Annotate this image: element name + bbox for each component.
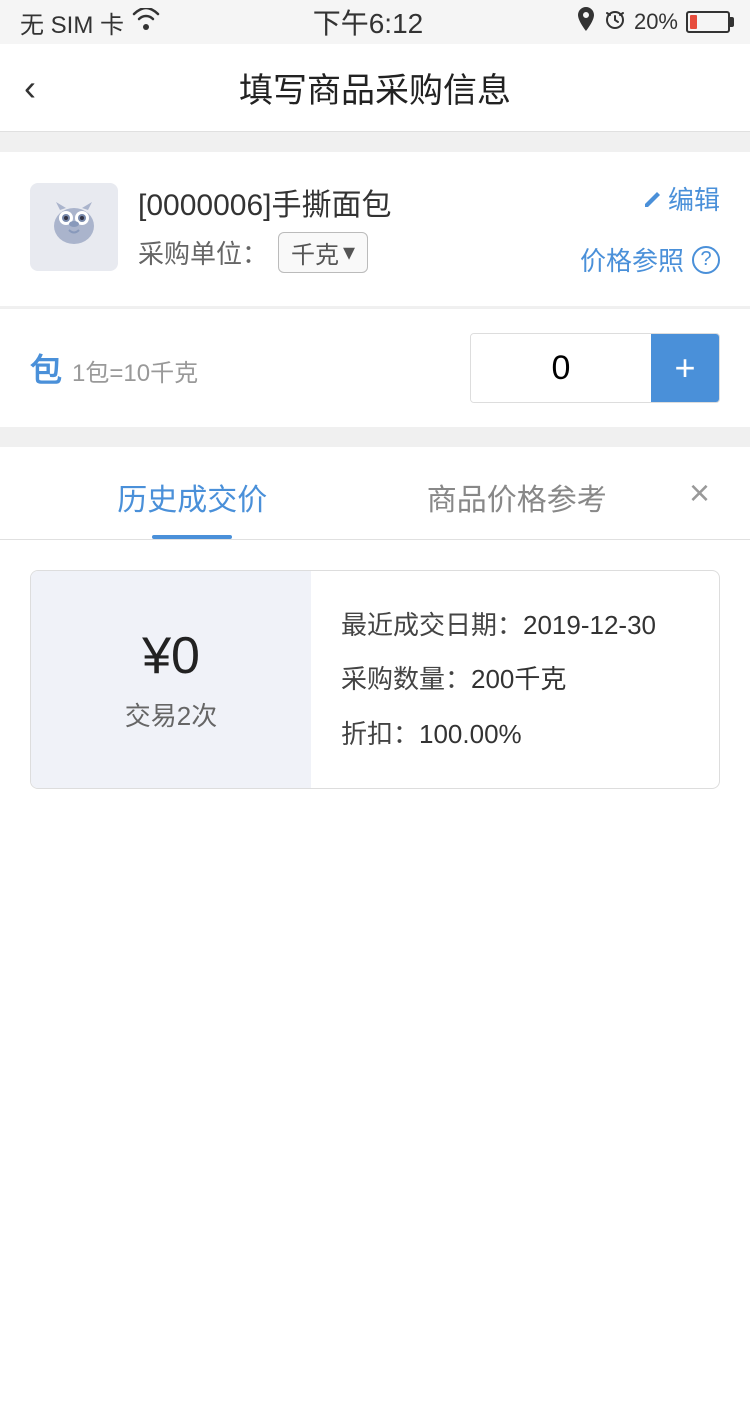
price-card-left: ¥0 交易2次	[31, 571, 311, 788]
nav-bar: ‹ 填写商品采购信息	[0, 44, 750, 132]
edit-button[interactable]: 编辑	[642, 180, 720, 217]
price-trade-count: 交易2次	[125, 696, 217, 733]
discount-label: 折扣：	[341, 719, 419, 749]
status-bar: 无 SIM 卡 下午6:12 20%	[0, 0, 750, 44]
product-thumbnail	[30, 183, 118, 271]
tab-product-price-ref[interactable]: 商品价格参考	[354, 447, 678, 539]
quantity-controls: +	[470, 333, 720, 403]
tab-history-price[interactable]: 历史成交价	[30, 447, 354, 539]
purchase-qty-row: 采购数量：200千克	[341, 661, 689, 697]
unit-equiv: 1包=10千克	[72, 353, 198, 388]
dropdown-icon: ▾	[343, 238, 355, 267]
product-name: [0000006]手撕面包	[138, 180, 391, 224]
product-unit-row: 采购单位： 千克 ▾	[138, 232, 391, 273]
currency-symbol: ¥	[142, 627, 171, 685]
price-value: 0	[171, 627, 200, 685]
battery-icon	[686, 11, 730, 33]
tab-bar: 历史成交价 商品价格参考 ×	[0, 447, 750, 540]
page-title: 填写商品采购信息	[239, 63, 511, 112]
purchase-qty-value: 200千克	[471, 664, 566, 694]
unit-big: 包	[30, 345, 62, 391]
product-header: [0000006]手撕面包 采购单位： 千克 ▾ 编辑 价格参照 ?	[30, 180, 720, 278]
wifi-icon	[132, 8, 160, 37]
location-icon	[576, 7, 596, 37]
product-card: [0000006]手撕面包 采购单位： 千克 ▾ 编辑 价格参照 ?	[0, 152, 750, 306]
alarm-icon	[604, 8, 626, 36]
tab-close-button[interactable]: ×	[679, 455, 720, 531]
discount-row: 折扣：100.00%	[341, 716, 689, 752]
recent-date-label: 最近成交日期：	[341, 610, 523, 640]
price-reference-button[interactable]: 价格参照 ?	[580, 241, 720, 278]
recent-date-value: 2019-12-30	[523, 610, 656, 640]
quantity-plus-button[interactable]: +	[651, 334, 719, 402]
quantity-label: 包 1包=10千克	[30, 345, 470, 391]
price-amount: ¥0	[142, 626, 200, 686]
bottom-spacer	[0, 819, 750, 1419]
unit-label: 采购单位：	[138, 234, 268, 271]
time-display: 下午6:12	[313, 2, 424, 42]
price-ref-label: 价格参照	[580, 241, 684, 278]
battery-percent: 20%	[634, 9, 678, 35]
help-icon: ?	[692, 246, 720, 274]
price-card: ¥0 交易2次 最近成交日期：2019-12-30 采购数量：200千克 折扣：…	[30, 570, 720, 789]
discount-value: 100.00%	[419, 719, 522, 749]
status-left: 无 SIM 卡	[20, 5, 160, 40]
unit-selector[interactable]: 千克 ▾	[278, 232, 368, 273]
quantity-section: 包 1包=10千克 +	[0, 308, 750, 427]
product-info: [0000006]手撕面包 采购单位： 千克 ▾	[138, 180, 391, 273]
quantity-input[interactable]	[471, 334, 651, 402]
price-card-right: 最近成交日期：2019-12-30 采购数量：200千克 折扣：100.00%	[311, 571, 719, 788]
edit-label: 编辑	[668, 180, 720, 217]
back-button[interactable]: ‹	[24, 67, 36, 109]
product-logo-icon	[44, 192, 104, 262]
quantity-row: 包 1包=10千克 +	[0, 308, 750, 427]
sim-text: 无 SIM 卡	[20, 5, 124, 40]
status-right: 20%	[576, 7, 730, 37]
unit-value: 千克	[291, 235, 339, 270]
purchase-qty-label: 采购数量：	[341, 664, 471, 694]
recent-date-row: 最近成交日期：2019-12-30	[341, 607, 689, 643]
tab-section: 历史成交价 商品价格参考 × ¥0 交易2次 最近成交日期：2019-12-30…	[0, 447, 750, 819]
history-content: ¥0 交易2次 最近成交日期：2019-12-30 采购数量：200千克 折扣：…	[0, 540, 750, 819]
product-left: [0000006]手撕面包 采购单位： 千克 ▾	[30, 180, 391, 273]
